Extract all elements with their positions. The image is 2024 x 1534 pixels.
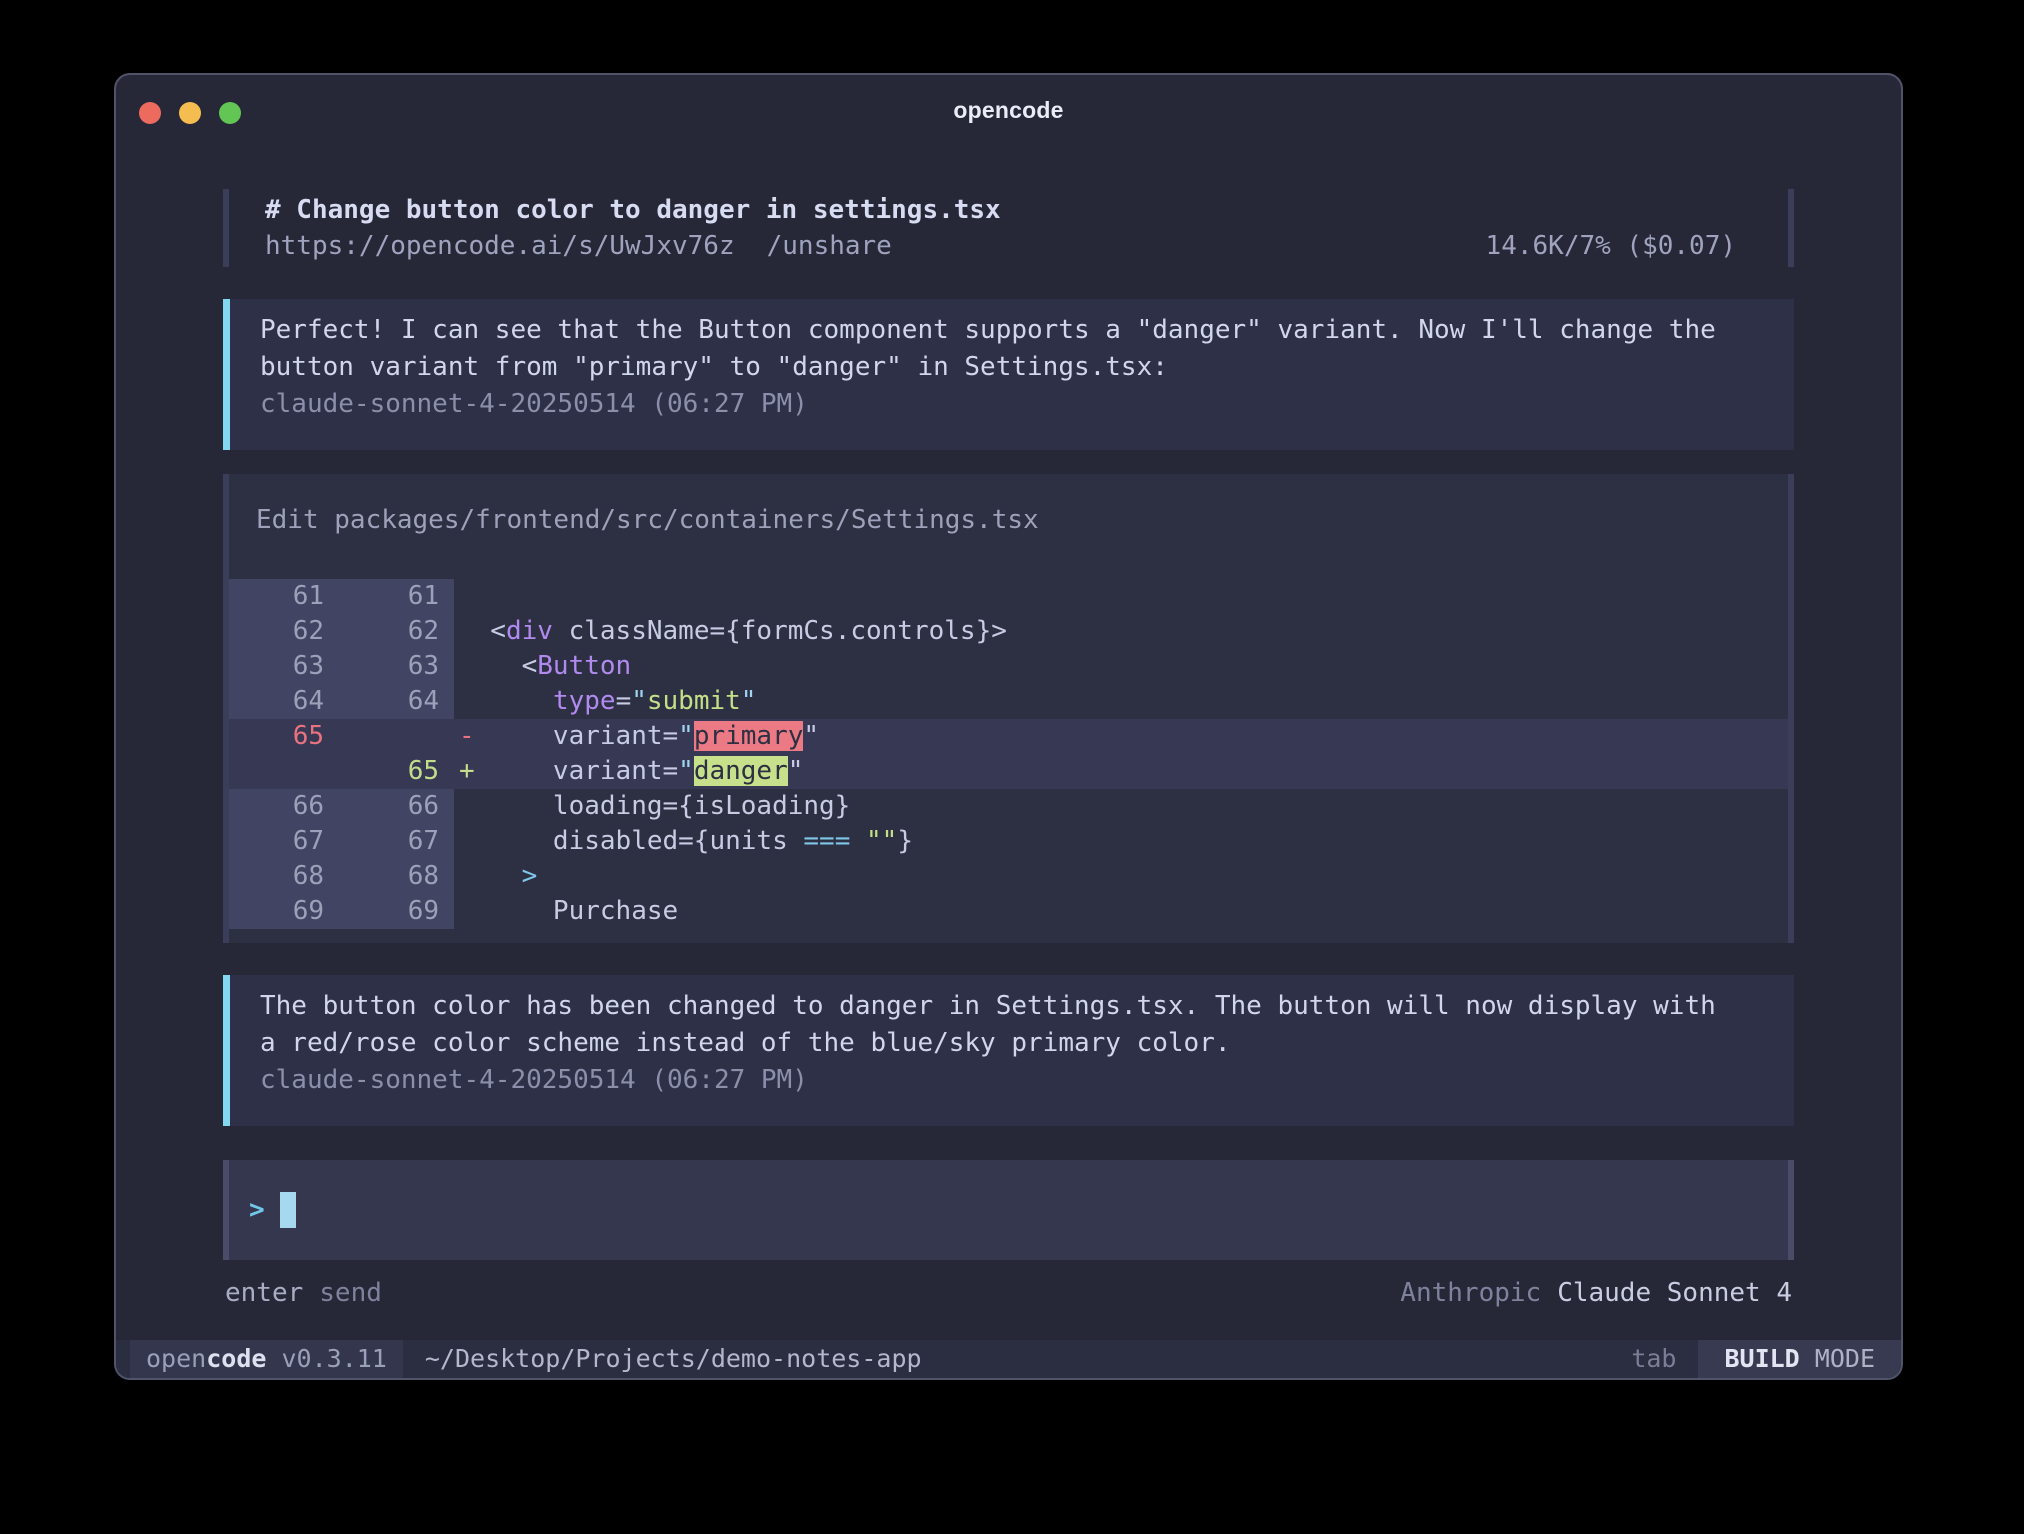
diff-code-line: > — [454, 859, 1788, 894]
line-number-new: 61 — [340, 579, 454, 614]
line-number-new: 65 — [340, 754, 454, 789]
diff-marker: - — [459, 721, 475, 751]
diff-row: 65+ variant="danger" — [229, 754, 1788, 789]
working-directory: ~/Desktop/Projects/demo-notes-app — [425, 1340, 922, 1378]
text-cursor — [280, 1192, 296, 1228]
diff: 6161 6262 <div className={formCs.control… — [229, 579, 1788, 929]
diff-marker — [459, 861, 475, 891]
line-number-old — [229, 754, 340, 789]
line-number-old: 62 — [229, 614, 340, 649]
diff-marker — [459, 651, 475, 681]
main-area: # Change button color to danger in setti… — [116, 145, 1901, 1340]
prompt-symbol: > — [249, 1195, 265, 1225]
mode-chip[interactable]: BUILD MODE — [1698, 1340, 1901, 1378]
prompt-input[interactable]: > — [223, 1160, 1794, 1260]
line-number-old: 67 — [229, 824, 340, 859]
diff-row: 6868 > — [229, 859, 1788, 894]
tab-key-hint: tab — [1631, 1340, 1676, 1378]
unshare-command[interactable]: /unshare — [767, 228, 892, 264]
session-header: # Change button color to danger in setti… — [223, 189, 1794, 267]
diff-row: 6363 <Button — [229, 649, 1788, 684]
diff-marker: + — [459, 756, 475, 786]
window-title: opencode — [953, 97, 1063, 124]
mode-secondary: MODE — [1800, 1344, 1875, 1373]
app-name-suffix: code — [206, 1344, 266, 1373]
diff-row: 6464 type="submit" — [229, 684, 1788, 719]
diff-code-line: - variant="primary" — [454, 719, 1788, 754]
diff-code-line: type="submit" — [454, 684, 1788, 719]
mode-primary: BUILD — [1724, 1344, 1799, 1373]
share-url-link[interactable]: https://opencode.ai/s/UwJxv76z — [265, 228, 735, 264]
message-text-line: Perfect! I can see that the Button compo… — [260, 312, 1754, 349]
line-number-new: 69 — [340, 894, 454, 929]
assistant-message-2: The button color has been changed to dan… — [223, 975, 1794, 1126]
assistant-message-1: Perfect! I can see that the Button compo… — [223, 299, 1794, 450]
close-button[interactable] — [139, 102, 161, 124]
diff-code-line: disabled={units === ""} — [454, 824, 1788, 859]
message-meta: claude-sonnet-4-20250514 (06:27 PM) — [260, 1062, 1754, 1099]
app-version-chip: opencode v0.3.11 — [130, 1340, 403, 1378]
model-name: Claude Sonnet 4 — [1557, 1276, 1792, 1310]
diff-code-line: loading={isLoading} — [454, 789, 1788, 824]
session-subline: https://opencode.ai/s/UwJxv76z /unshare … — [229, 228, 1788, 264]
diff-code-line: Purchase — [454, 894, 1788, 929]
line-number-old: 68 — [229, 859, 340, 894]
minimize-button[interactable] — [179, 102, 201, 124]
hints-row: enter send Anthropic Claude Sonnet 4 — [223, 1276, 1794, 1310]
model-provider: Anthropic — [1400, 1276, 1541, 1310]
line-number-new: 62 — [340, 614, 454, 649]
diff-marker — [459, 896, 475, 926]
message-meta: claude-sonnet-4-20250514 (06:27 PM) — [260, 386, 1754, 423]
status-bar: opencode v0.3.11 ~/Desktop/Projects/demo… — [116, 1340, 1901, 1378]
session-title: # Change button color to danger in setti… — [229, 192, 1788, 228]
diff-marker — [459, 616, 475, 646]
zoom-button[interactable] — [219, 102, 241, 124]
line-number-old: 61 — [229, 579, 340, 614]
context-usage: 14.6K/7% ($0.07) — [1486, 228, 1736, 264]
app-name-prefix: open — [146, 1344, 206, 1373]
diff-row: 6969 Purchase — [229, 894, 1788, 929]
diff-row: 6161 — [229, 579, 1788, 614]
line-number-old: 63 — [229, 649, 340, 684]
message-text-line: a red/rose color scheme instead of the b… — [260, 1025, 1754, 1062]
diff-row: 6666 loading={isLoading} — [229, 789, 1788, 824]
diff-code-line — [454, 579, 1788, 614]
diff-marker — [459, 791, 475, 821]
diff-row: 6767 disabled={units === ""} — [229, 824, 1788, 859]
line-number-old: 66 — [229, 789, 340, 824]
message-text-line: button variant from "primary" to "danger… — [260, 349, 1754, 386]
message-text-line: The button color has been changed to dan… — [260, 988, 1754, 1025]
diff-code-line: + variant="danger" — [454, 754, 1788, 789]
line-number-new — [340, 719, 454, 754]
diff-marker — [459, 826, 475, 856]
diff-code-line: <Button — [454, 649, 1788, 684]
line-number-old: 69 — [229, 894, 340, 929]
traffic-lights — [139, 102, 241, 124]
diff-row: 65 - variant="primary" — [229, 719, 1788, 754]
line-number-new: 66 — [340, 789, 454, 824]
diff-marker — [459, 581, 475, 611]
line-number-new: 67 — [340, 824, 454, 859]
line-number-old: 64 — [229, 684, 340, 719]
diff-row: 6262 <div className={formCs.controls}> — [229, 614, 1788, 649]
edit-tool-header: Edit packages/frontend/src/containers/Se… — [229, 504, 1788, 536]
line-number-old: 65 — [229, 719, 340, 754]
diff-marker — [459, 686, 475, 716]
diff-code-line: <div className={formCs.controls}> — [454, 614, 1788, 649]
edit-tool-block: Edit packages/frontend/src/containers/Se… — [223, 474, 1794, 943]
titlebar: opencode — [116, 75, 1901, 145]
app-version: v0.3.11 — [266, 1344, 386, 1373]
opencode-terminal-window: opencode # Change button color to danger… — [114, 73, 1903, 1380]
hint-send-action: send — [319, 1276, 382, 1310]
line-number-new: 68 — [340, 859, 454, 894]
line-number-new: 63 — [340, 649, 454, 684]
line-number-new: 64 — [340, 684, 454, 719]
hint-enter-key: enter — [225, 1276, 303, 1310]
